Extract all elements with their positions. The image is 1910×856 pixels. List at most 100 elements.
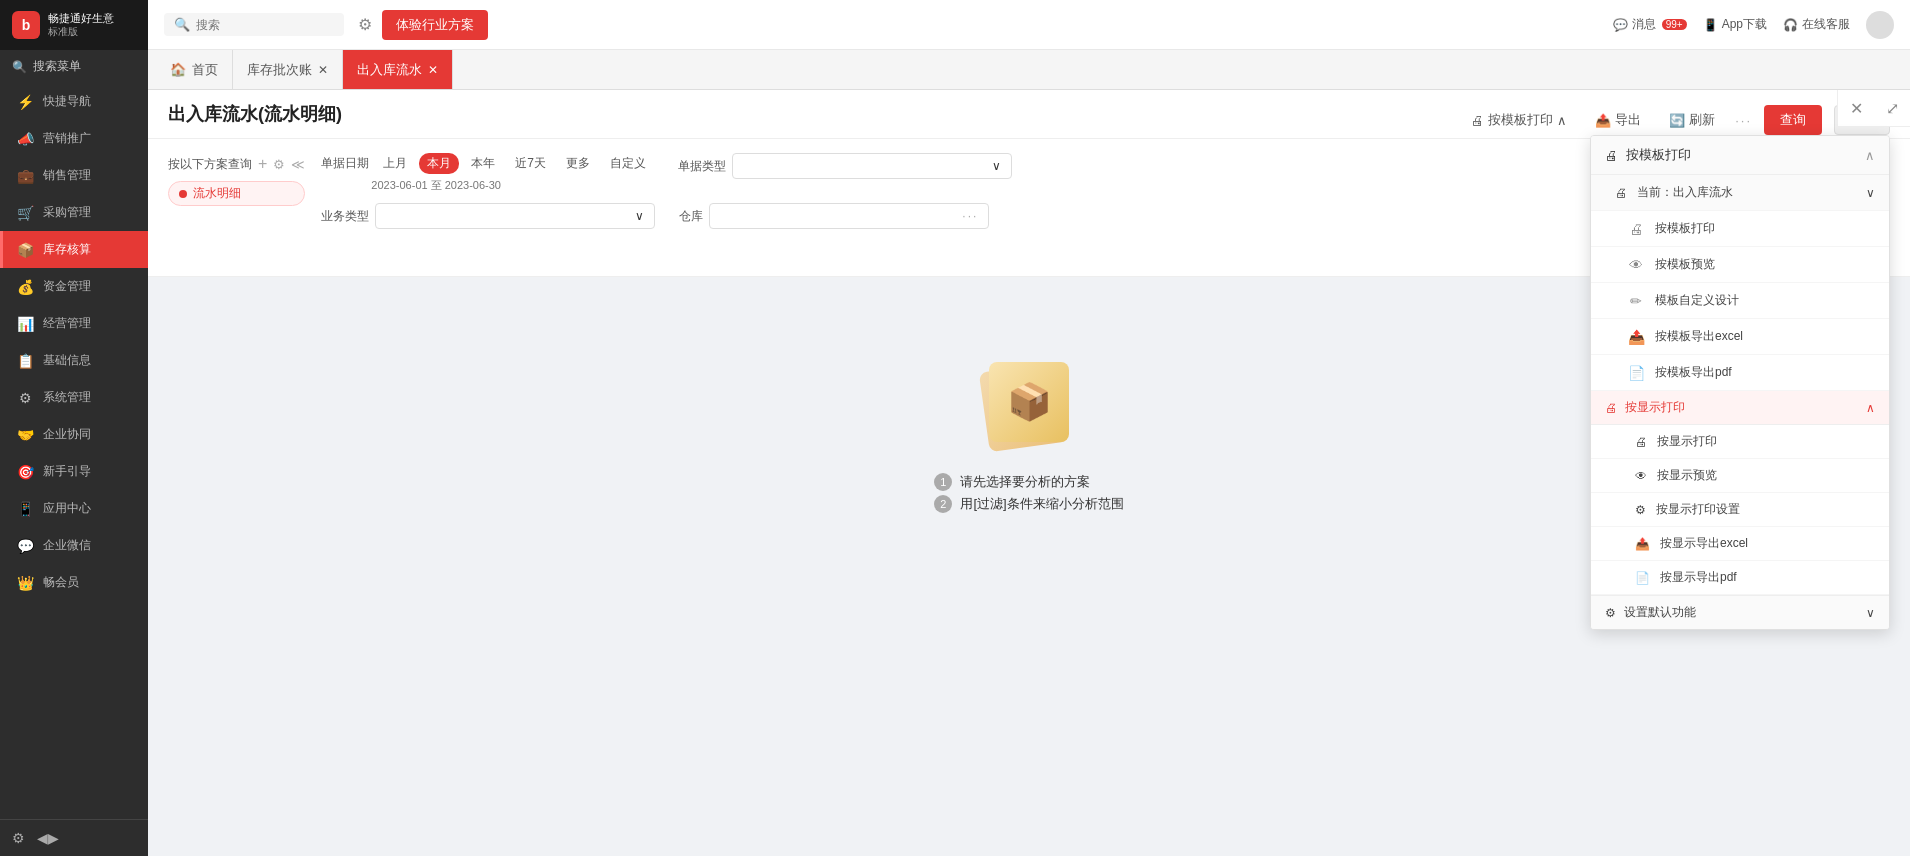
message-action[interactable]: 💬 消息 99+ (1613, 16, 1687, 33)
topbar-actions: 💬 消息 99+ 📱 App下载 🎧 在线客服 (1613, 11, 1894, 39)
filter-doc-type-select[interactable]: ∨ (732, 153, 1012, 179)
headset-icon: 🎧 (1783, 18, 1798, 32)
sidebar-item-inventory[interactable]: 📦 库存核算 (0, 231, 148, 268)
dropdown-template-export-pdf[interactable]: 📄 按模板导出pdf (1591, 355, 1889, 391)
filter-doc-type-chevron: ∨ (992, 159, 1001, 173)
tab-inventory-flow[interactable]: 出入库流水 ✕ (343, 50, 453, 89)
sidebar-item-finance[interactable]: 💰 资金管理 (0, 268, 148, 305)
sidebar-item-wechat[interactable]: 💬 企业微信 (0, 527, 148, 564)
display-export-pdf-label: 按显示导出pdf (1660, 569, 1737, 586)
dropdown-display-print[interactable]: 🖨 按显示打印 (1591, 425, 1889, 459)
filter-add-icon[interactable]: + (258, 155, 267, 173)
sidebar-item-purchase[interactable]: 🛒 采购管理 (0, 194, 148, 231)
tab-batch-ledger-label: 库存批次账 (247, 61, 312, 79)
filter-tag[interactable]: 流水明细 (168, 181, 305, 206)
tab-batch-ledger-close[interactable]: ✕ (318, 63, 328, 77)
dropdown-header-label: 按模板打印 (1626, 146, 1691, 164)
filter-scheme-controls: 按以下方案查询 + ⚙ ≪ (168, 155, 305, 173)
finance-icon: 💰 (15, 279, 35, 295)
display-export-pdf-icon: 📄 (1635, 571, 1650, 585)
chevron-up-icon: ∧ (1557, 113, 1567, 128)
topbar-search-input[interactable] (196, 18, 316, 32)
dropdown-footer[interactable]: ⚙ 设置默认功能 ∨ (1591, 595, 1889, 629)
dropdown-display-export-excel[interactable]: 📤 按显示导出excel (1591, 527, 1889, 561)
template-export-pdf-icon: 📄 (1627, 365, 1645, 381)
dropdown-template-custom[interactable]: ✏ 模板自定义设计 (1591, 283, 1889, 319)
filter-doc-type-placeholder (743, 159, 986, 173)
filter-warehouse-placeholder (720, 209, 956, 223)
tab-home[interactable]: 🏠 首页 (156, 50, 233, 89)
sidebar-item-member[interactable]: 👑 畅会员 (0, 564, 148, 601)
industry-btn[interactable]: 体验行业方案 (382, 10, 488, 40)
sidebar-item-quick-nav[interactable]: ⚡ 快捷导航 (0, 83, 148, 120)
member-icon: 👑 (15, 575, 35, 591)
display-print-section-label: 按显示打印 (1625, 399, 1685, 416)
refresh-btn[interactable]: 🔄 刷新 (1661, 107, 1723, 133)
sidebar-item-apps[interactable]: 📱 应用中心 (0, 490, 148, 527)
app-download-action[interactable]: 📱 App下载 (1703, 16, 1767, 33)
sidebar-item-label: 营销推广 (43, 130, 91, 147)
dropdown-display-preview[interactable]: 👁 按显示预览 (1591, 459, 1889, 493)
user-avatar[interactable] (1866, 11, 1894, 39)
dropdown-display-print-settings[interactable]: ⚙ 按显示打印设置 (1591, 493, 1889, 527)
current-template-icon: 🖨 (1615, 186, 1627, 200)
system-icon: ⚙ (15, 390, 35, 406)
purchase-icon: 🛒 (15, 205, 35, 221)
step-2-text: 用[过滤]条件来缩小分析范围 (960, 495, 1123, 513)
filter-business-type-select[interactable]: ∨ (375, 203, 655, 229)
dropdown-display-export-pdf[interactable]: 📄 按显示导出pdf (1591, 561, 1889, 595)
filter-gear-icon[interactable]: ⚙ (273, 157, 285, 172)
page-close-btn[interactable]: ✕ (1838, 90, 1874, 126)
dropdown-template-preview[interactable]: 👁 按模板预览 (1591, 247, 1889, 283)
collapse-sidebar-icon[interactable]: ◀▶ (37, 830, 59, 846)
sidebar-search[interactable]: 🔍 搜索菜单 (0, 50, 148, 83)
settings-bottom-icon[interactable]: ⚙ (12, 830, 25, 846)
dropdown-template-print[interactable]: 🖨 按模板打印 (1591, 211, 1889, 247)
dropdown-current-template[interactable]: 🖨 当前：出入库流水 ∨ (1591, 175, 1889, 211)
refresh-label: 刷新 (1689, 111, 1715, 129)
page-expand-btn[interactable]: ⤢ (1874, 90, 1910, 126)
sidebar-item-basic-info[interactable]: 📋 基础信息 (0, 342, 148, 379)
filter-tag-label: 流水明细 (193, 185, 241, 202)
dropdown-display-print-section[interactable]: 🖨 按显示打印 ∧ (1591, 391, 1889, 425)
date-btn-this-year[interactable]: 本年 (463, 153, 503, 174)
app-download-icon: 📱 (1703, 18, 1718, 32)
sidebar-item-label: 销售管理 (43, 167, 91, 184)
tab-inventory-flow-close[interactable]: ✕ (428, 63, 438, 77)
dropdown-template-export-excel[interactable]: 📤 按模板导出excel (1591, 319, 1889, 355)
dropdown-chevron-up-icon[interactable]: ∧ (1865, 148, 1875, 163)
sidebar-item-system[interactable]: ⚙ 系统管理 (0, 379, 148, 416)
topbar-search-wrap[interactable]: 🔍 (164, 13, 344, 36)
date-btn-custom[interactable]: 自定义 (602, 153, 654, 174)
template-print-label: 按模板打印 (1655, 220, 1715, 237)
sidebar-item-label: 资金管理 (43, 278, 91, 295)
print-dropdown-panel: 🖨 按模板打印 ∧ 🖨 当前：出入库流水 ∨ 🖨 (1590, 135, 1890, 630)
sidebar-item-enterprise[interactable]: 🤝 企业协同 (0, 416, 148, 453)
sidebar-item-marketing[interactable]: 📣 营销推广 (0, 120, 148, 157)
sidebar-item-label: 畅会员 (43, 574, 79, 591)
filter-warehouse-more-icon[interactable]: ··· (962, 209, 978, 223)
sidebar: b 畅捷通好生意 标准版 🔍 搜索菜单 ⚡ 快捷导航 📣 营销推广 💼 销售管理… (0, 0, 148, 856)
date-btn-last-month[interactable]: 上月 (375, 153, 415, 174)
filter-collapse-icon[interactable]: ≪ (291, 157, 305, 172)
more-icon[interactable]: ··· (1735, 113, 1752, 128)
sidebar-item-sales[interactable]: 💼 销售管理 (0, 157, 148, 194)
online-service-action[interactable]: 🎧 在线客服 (1783, 16, 1850, 33)
sidebar-item-label: 企业微信 (43, 537, 91, 554)
sidebar-item-operations[interactable]: 📊 经营管理 (0, 305, 148, 342)
date-btn-this-month[interactable]: 本月 (419, 153, 459, 174)
tab-batch-ledger[interactable]: 库存批次账 ✕ (233, 50, 343, 89)
current-template-label: 当前：出入库流水 (1637, 184, 1733, 201)
print-template-btn[interactable]: 🖨 按模板打印 ∧ (1463, 107, 1575, 133)
date-btn-last-7-days[interactable]: 近7天 (507, 153, 554, 174)
topbar-gear-icon[interactable]: ⚙ (358, 15, 372, 34)
query-btn[interactable]: 查询 (1764, 105, 1822, 135)
home-icon: 🏠 (170, 62, 186, 77)
filter-warehouse-select[interactable]: ··· (709, 203, 989, 229)
date-btn-more[interactable]: 更多 (558, 153, 598, 174)
filter-doc-type-label: 单据类型 (678, 158, 726, 175)
export-label: 导出 (1615, 111, 1641, 129)
filter-date-label: 单据日期 (321, 155, 369, 172)
sidebar-item-newbie[interactable]: 🎯 新手引导 (0, 453, 148, 490)
export-btn[interactable]: 📤 导出 (1587, 107, 1649, 133)
